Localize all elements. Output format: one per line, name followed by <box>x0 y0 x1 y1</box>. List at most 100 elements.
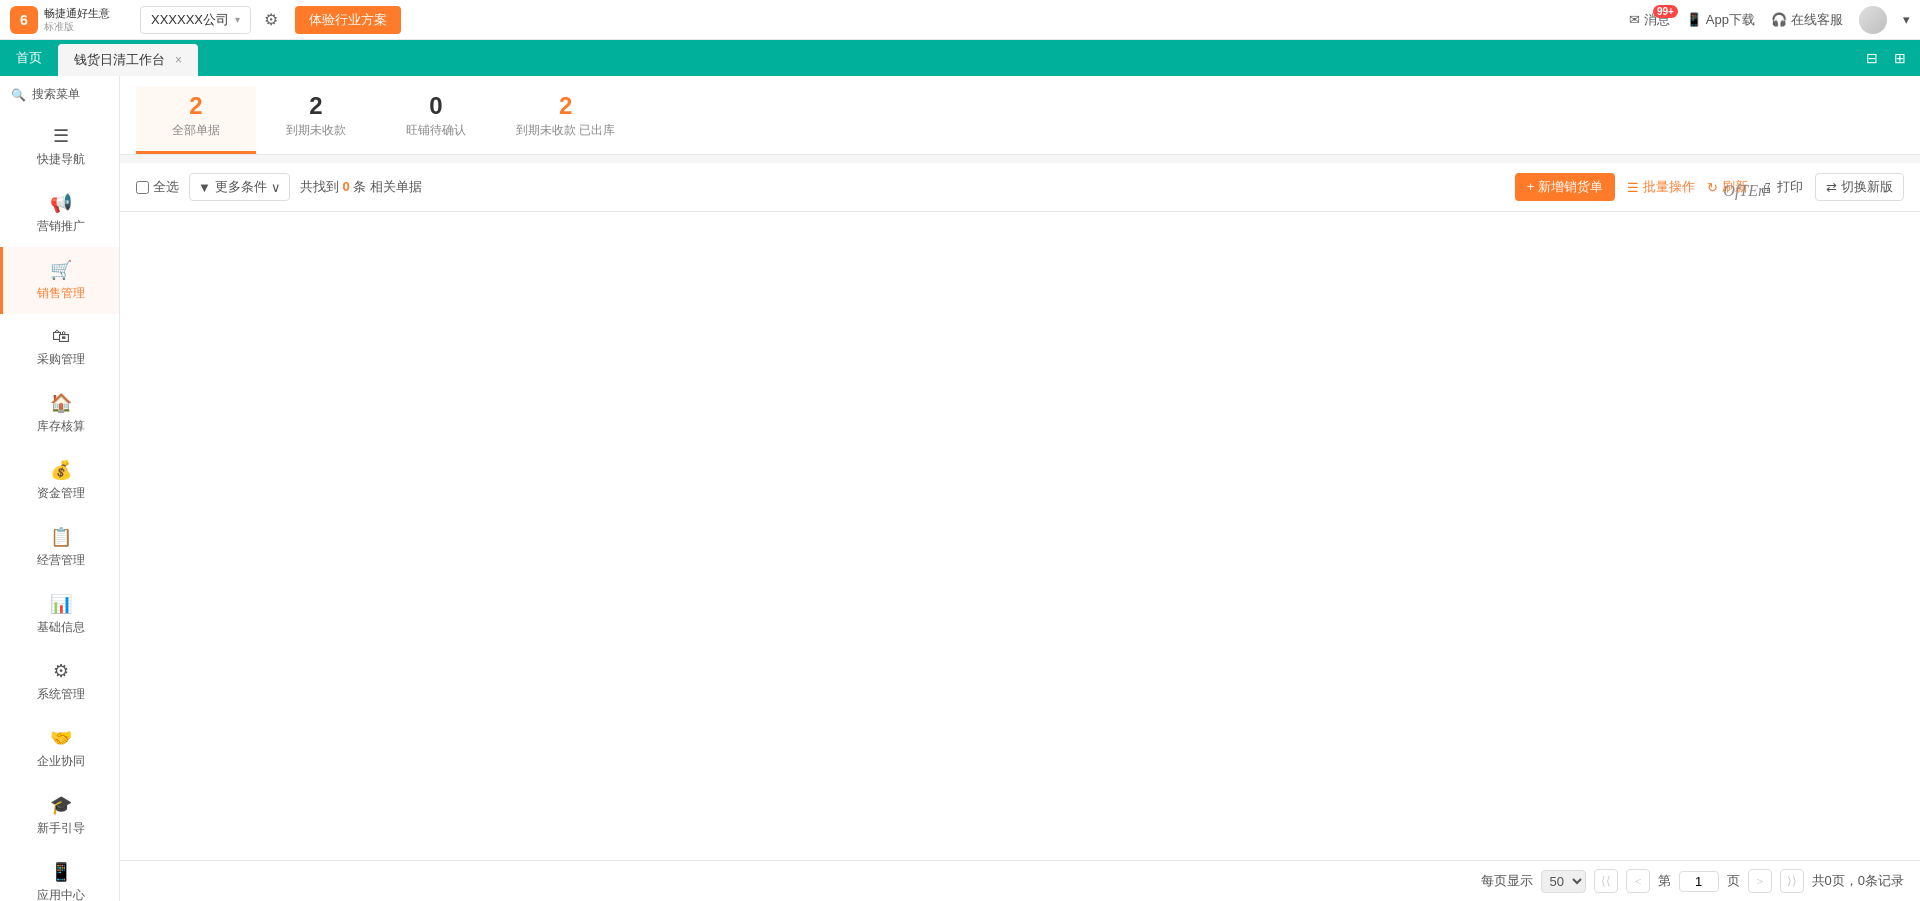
batch-label: 批量操作 <box>1643 178 1695 196</box>
tab-bar: 首页 钱货日清工作台 × ⊟ ⊞ <box>0 40 1920 76</box>
print-label: 打印 <box>1777 178 1803 196</box>
pagination: 每页显示 50 ⟨⟨ ＜ 第 页 ＞ ⟩⟩ 共0页，0条记录 <box>120 860 1920 901</box>
app-download-button[interactable]: 📱 App下载 <box>1686 11 1755 29</box>
stat-num-overdue: 2 <box>276 94 356 118</box>
search-icon: 🔍 <box>11 88 26 102</box>
sidebar-item-label: 应用中心 <box>37 887 85 901</box>
tab-maximize-button[interactable]: ⊞ <box>1888 46 1912 70</box>
stat-num-shipped: 2 <box>516 94 615 118</box>
pagination-prev-button[interactable]: ＜ <box>1626 869 1650 893</box>
sidebar-item-purchase[interactable]: 🛍 采购管理 <box>0 314 119 380</box>
sidebar-item-label: 经营管理 <box>37 552 85 569</box>
batch-icon: ☰ <box>1627 180 1639 195</box>
pagination-last-button[interactable]: ⟩⟩ <box>1780 869 1804 893</box>
user-name[interactable]: ▾ <box>1903 12 1910 27</box>
switch-label: 切换新版 <box>1841 178 1893 196</box>
sidebar-item-apps[interactable]: 📱 应用中心 <box>0 849 119 901</box>
sidebar-item-label: 快捷导航 <box>37 151 85 168</box>
online-service-label: 在线客服 <box>1791 11 1843 29</box>
operations-icon: 📋 <box>50 526 72 548</box>
user-avatar[interactable] <box>1859 6 1887 34</box>
company-dropdown-arrow: ▾ <box>235 14 240 25</box>
often-label: OfTEn <box>1723 182 1766 200</box>
stat-tab-all[interactable]: 2 全部单据 <box>136 86 256 154</box>
filter-label: 更多条件 <box>215 178 267 196</box>
page-label: 第 <box>1658 872 1671 890</box>
sidebar-item-system[interactable]: ⚙ 系统管理 <box>0 648 119 715</box>
company-selector[interactable]: XXXXXX公司 ▾ <box>140 6 251 34</box>
stat-label-overdue: 到期未收款 <box>286 123 346 137</box>
switch-version-button[interactable]: ⇄ 切换新版 <box>1815 173 1904 201</box>
online-service-icon: 🎧 <box>1771 12 1787 27</box>
enterprise-icon: 🤝 <box>50 727 72 749</box>
online-service-button[interactable]: 🎧 在线客服 <box>1771 11 1843 29</box>
batch-operation-button[interactable]: ☰ 批量操作 <box>1627 178 1695 196</box>
filter-icon: ▼ <box>198 180 211 195</box>
toolbar-right: + 新增销货单 ☰ 批量操作 ↻ 刷新 🖨 打印 ⇄ 切换新版 <box>1515 173 1904 201</box>
sidebar-item-quick-nav[interactable]: ☰ 快捷导航 <box>0 113 119 180</box>
toolbar: 全选 ▼ 更多条件 ∨ 共找到 0 条 相关单据 + 新增销货单 ☰ 批量操作 <box>120 163 1920 212</box>
sidebar-item-label: 库存核算 <box>37 418 85 435</box>
message-badge: 99+ <box>1653 5 1678 18</box>
filter-button[interactable]: ▼ 更多条件 ∨ <box>189 173 290 201</box>
print-button[interactable]: 🖨 打印 <box>1760 178 1803 196</box>
main-content: 2 全部单据 2 到期未收款 0 旺铺待确认 2 到期未收款 已出库 全选 <box>120 76 1920 901</box>
stat-num-all: 2 <box>156 94 236 118</box>
tab-work-station[interactable]: 钱货日清工作台 × <box>58 44 198 76</box>
pagination-next-button[interactable]: ＞ <box>1748 869 1772 893</box>
result-text: 共找到 0 条 相关单据 <box>300 178 422 196</box>
stat-num-wangpu: 0 <box>396 94 476 118</box>
inventory-icon: 🏠 <box>50 392 72 414</box>
search-menu-item[interactable]: 🔍 搜索菜单 <box>0 76 119 113</box>
search-menu-label: 搜索菜单 <box>32 86 80 103</box>
result-unit: 条 <box>353 179 366 194</box>
tab-minimize-button[interactable]: ⊟ <box>1860 46 1884 70</box>
per-page-select[interactable]: 50 <box>1541 870 1586 893</box>
total-records: 共0页，0条记录 <box>1812 872 1904 890</box>
quick-nav-icon: ☰ <box>53 125 69 147</box>
tab-home[interactable]: 首页 <box>0 40 58 76</box>
apps-icon: 📱 <box>50 861 72 883</box>
select-all-checkbox[interactable]: 全选 <box>136 178 179 196</box>
sidebar-item-sales[interactable]: 🛒 销售管理 <box>0 247 119 314</box>
sidebar-item-guide[interactable]: 🎓 新手引导 <box>0 782 119 849</box>
pagination-first-button[interactable]: ⟨⟨ <box>1594 869 1618 893</box>
stat-label-shipped: 到期未收款 已出库 <box>516 123 615 137</box>
settings-button[interactable]: ⚙ <box>257 6 285 34</box>
add-sales-order-button[interactable]: + 新增销货单 <box>1515 173 1615 201</box>
trial-industry-button[interactable]: 体验行业方案 <box>295 6 401 34</box>
stat-tab-overdue[interactable]: 2 到期未收款 <box>256 86 376 154</box>
sidebar-item-label: 采购管理 <box>37 351 85 368</box>
stat-label-all: 全部单据 <box>172 123 220 137</box>
message-button[interactable]: ✉ 消息 99+ <box>1629 11 1670 29</box>
app-logo: 6 畅捷通好生意 标准版 <box>10 6 130 34</box>
purchase-icon: 🛍 <box>52 326 70 347</box>
finance-icon: 💰 <box>50 459 72 481</box>
stat-tab-wangpu[interactable]: 0 旺铺待确认 <box>376 86 496 154</box>
sidebar-item-label: 系统管理 <box>37 686 85 703</box>
sidebar-item-label: 营销推广 <box>37 218 85 235</box>
sidebar-item-enterprise[interactable]: 🤝 企业协同 <box>0 715 119 782</box>
sidebar-item-label: 基础信息 <box>37 619 85 636</box>
sidebar-item-marketing[interactable]: 📢 营销推广 <box>0 180 119 247</box>
sidebar-item-label: 销售管理 <box>37 285 85 302</box>
select-all-input[interactable] <box>136 181 149 194</box>
logo-icon: 6 <box>10 6 38 34</box>
main-layout: 🔍 搜索菜单 ☰ 快捷导航 📢 营销推广 🛒 销售管理 🛍 采购管理 🏠 库存核… <box>0 76 1920 901</box>
page-suffix: 页 <box>1727 872 1740 890</box>
page-input[interactable] <box>1679 871 1719 892</box>
sidebar-item-finance[interactable]: 💰 资金管理 <box>0 447 119 514</box>
sidebar-item-inventory[interactable]: 🏠 库存核算 <box>0 380 119 447</box>
sidebar-item-label: 资金管理 <box>37 485 85 502</box>
header-right: ✉ 消息 99+ 📱 App下载 🎧 在线客服 ▾ <box>1629 6 1910 34</box>
content-area <box>120 212 1920 860</box>
top-header: 6 畅捷通好生意 标准版 XXXXXX公司 ▾ ⚙ 体验行业方案 ✉ 消息 99… <box>0 0 1920 40</box>
related-label: 相关单据 <box>370 179 422 194</box>
tab-close-icon[interactable]: × <box>175 53 182 67</box>
app-download-icon: 📱 <box>1686 12 1702 27</box>
sidebar-item-operations[interactable]: 📋 经营管理 <box>0 514 119 581</box>
sidebar-item-basic-info[interactable]: 📊 基础信息 <box>0 581 119 648</box>
result-count: 0 <box>343 179 350 194</box>
stat-tab-shipped[interactable]: 2 到期未收款 已出库 <box>496 86 635 154</box>
system-icon: ⚙ <box>53 660 69 682</box>
